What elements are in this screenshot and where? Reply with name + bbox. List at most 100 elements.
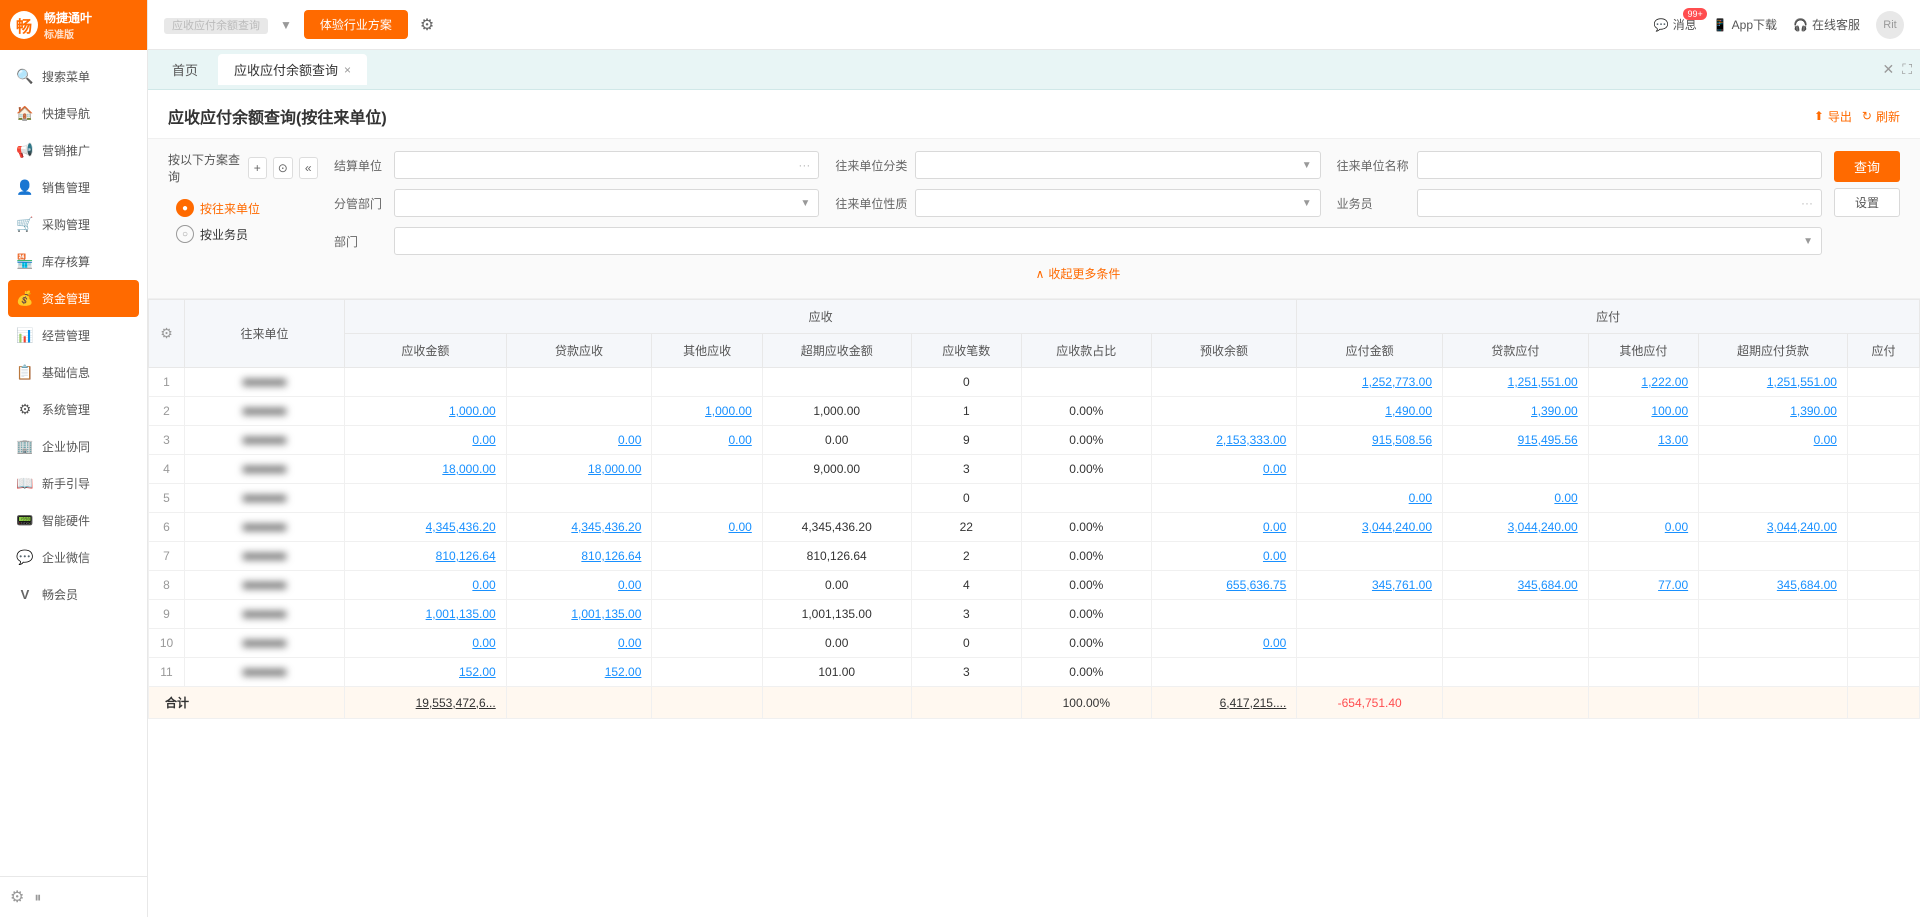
partner-nature-select[interactable]: ▼ bbox=[915, 189, 1320, 217]
ap-overdue-cell[interactable]: 1,251,551.00 bbox=[1699, 368, 1848, 397]
ap-loan-cell[interactable]: 1,390.00 bbox=[1443, 397, 1589, 426]
sidebar-item-corp[interactable]: 🏢 企业协同 bbox=[0, 428, 147, 465]
summary-ar-amt[interactable]: 19,553,472,6... bbox=[345, 687, 507, 719]
sidebar-item-capital[interactable]: 💰 资金管理 bbox=[8, 280, 139, 317]
sidebar-item-quick-nav[interactable]: 🏠 快捷导航 bbox=[0, 95, 147, 132]
tab-expand-icon[interactable]: ⛶ bbox=[1902, 61, 1912, 78]
sidebar-item-marketing[interactable]: 📢 营销推广 bbox=[0, 132, 147, 169]
ar-loan-cell[interactable]: 0.00 bbox=[506, 426, 652, 455]
ar-loan-cell[interactable]: 152.00 bbox=[506, 658, 652, 687]
sidebar-item-smart-hw[interactable]: 📟 智能硬件 bbox=[0, 502, 147, 539]
prepay-cell[interactable]: 0.00 bbox=[1151, 455, 1297, 484]
ap-overdue-cell[interactable]: 3,044,240.00 bbox=[1699, 513, 1848, 542]
tab-close-all-icon[interactable]: ✕ bbox=[1882, 61, 1894, 78]
avatar[interactable]: Rit bbox=[1876, 11, 1904, 39]
sidebar-item-guide[interactable]: 📖 新手引导 bbox=[0, 465, 147, 502]
header-dropdown-icon[interactable]: ▼ bbox=[280, 18, 292, 32]
app-download-button[interactable]: 📱 App下载 bbox=[1713, 16, 1777, 33]
ap-loan-cell[interactable]: 0.00 bbox=[1443, 484, 1589, 513]
ar-loan-cell[interactable]: 4,345,436.20 bbox=[506, 513, 652, 542]
ar-amt-cell[interactable]: 152.00 bbox=[345, 658, 507, 687]
export-button[interactable]: ⬆ 导出 bbox=[1814, 108, 1852, 125]
sidebar-item-search-menu[interactable]: 🔍 搜索菜单 bbox=[0, 58, 147, 95]
ap-amt-cell[interactable]: 1,252,773.00 bbox=[1297, 368, 1443, 397]
collapse-scheme-button[interactable]: « bbox=[299, 157, 319, 179]
ap-overdue-cell[interactable]: 345,684.00 bbox=[1699, 571, 1848, 600]
tab-ar-balance[interactable]: 应收应付余额查询 × bbox=[218, 54, 367, 85]
ap-amt-cell[interactable]: 0.00 bbox=[1297, 484, 1443, 513]
refresh-button[interactable]: ↻ 刷新 bbox=[1862, 108, 1900, 125]
ar-loan-cell[interactable]: 18,000.00 bbox=[506, 455, 652, 484]
ar-amt-cell[interactable]: 4,345,436.20 bbox=[345, 513, 507, 542]
sidebar-item-system[interactable]: ⚙ 系统管理 bbox=[0, 391, 147, 428]
table-settings-icon[interactable]: ⚙ bbox=[160, 325, 173, 341]
ap-overdue-cell[interactable]: 1,390.00 bbox=[1699, 397, 1848, 426]
add-scheme-button[interactable]: + bbox=[248, 157, 268, 179]
filter-tab-by-partner[interactable]: ● 按往来单位 bbox=[168, 195, 318, 221]
prepay-cell[interactable]: 0.00 bbox=[1151, 542, 1297, 571]
sidebar-item-basic-info[interactable]: 📋 基础信息 bbox=[0, 354, 147, 391]
table-row: 7■■■■■■810,126.64810,126.64810,126.6420.… bbox=[149, 542, 1920, 571]
prepay-cell[interactable]: 0.00 bbox=[1151, 513, 1297, 542]
prepay-cell[interactable]: 0.00 bbox=[1151, 629, 1297, 658]
ap-amt-cell[interactable]: 345,761.00 bbox=[1297, 571, 1443, 600]
sidebar-item-inventory[interactable]: 🏪 库存核算 bbox=[0, 243, 147, 280]
ap-other-cell[interactable]: 77.00 bbox=[1588, 571, 1698, 600]
query-button[interactable]: 查询 bbox=[1834, 151, 1900, 182]
ar-amt-cell[interactable]: 1,000.00 bbox=[345, 397, 507, 426]
tab-home[interactable]: 首页 bbox=[156, 54, 214, 85]
dept-select[interactable]: ▼ bbox=[394, 227, 1822, 255]
ar-amt-cell[interactable]: 18,000.00 bbox=[345, 455, 507, 484]
prepay-cell[interactable]: 2,153,333.00 bbox=[1151, 426, 1297, 455]
collapse-more-btn[interactable]: ∧ 收起更多条件 bbox=[334, 261, 1822, 286]
pause-icon[interactable]: ⏸ bbox=[34, 889, 41, 906]
sidebar-item-operation[interactable]: 📊 经营管理 bbox=[0, 317, 147, 354]
ap-other-cell[interactable]: 13.00 bbox=[1588, 426, 1698, 455]
setting-button[interactable]: 设置 bbox=[1834, 188, 1900, 217]
ap-other-cell[interactable]: 0.00 bbox=[1588, 513, 1698, 542]
ap-other-cell bbox=[1588, 658, 1698, 687]
ar-amt-cell[interactable]: 1,001,135.00 bbox=[345, 600, 507, 629]
partner-name-input[interactable] bbox=[1417, 151, 1822, 179]
ap-overdue-cell[interactable]: 0.00 bbox=[1699, 426, 1848, 455]
settlement-unit-input[interactable]: ··· bbox=[394, 151, 819, 179]
prepay-cell[interactable]: 655,636.75 bbox=[1151, 571, 1297, 600]
ap-loan-cell[interactable]: 345,684.00 bbox=[1443, 571, 1589, 600]
ar-other-cell[interactable]: 1,000.00 bbox=[652, 397, 762, 426]
sidebar-item-sales[interactable]: 👤 销售管理 bbox=[0, 169, 147, 206]
ap-amt-cell[interactable]: 1,490.00 bbox=[1297, 397, 1443, 426]
ar-amt-cell[interactable]: 0.00 bbox=[345, 571, 507, 600]
sidebar-item-purchase[interactable]: 🛒 采购管理 bbox=[0, 206, 147, 243]
ap-other-cell[interactable]: 1,222.00 bbox=[1588, 368, 1698, 397]
ap-amt-cell[interactable]: 3,044,240.00 bbox=[1297, 513, 1443, 542]
edit-scheme-button[interactable]: ⊙ bbox=[273, 157, 293, 179]
ar-loan-cell[interactable]: 1,001,135.00 bbox=[506, 600, 652, 629]
ar-amt-cell[interactable]: 0.00 bbox=[345, 629, 507, 658]
ar-loan-cell[interactable]: 810,126.64 bbox=[506, 542, 652, 571]
filter-tab-by-salesman[interactable]: ○ 按业务员 bbox=[168, 221, 318, 247]
ar-loan-cell[interactable]: 0.00 bbox=[506, 571, 652, 600]
service-button[interactable]: 🎧 在线客服 bbox=[1793, 16, 1860, 33]
ar-amt-cell[interactable]: 0.00 bbox=[345, 426, 507, 455]
ap-other-cell[interactable]: 100.00 bbox=[1588, 397, 1698, 426]
message-button[interactable]: 💬 消息 99+ bbox=[1654, 16, 1697, 33]
ap-loan-cell[interactable]: 3,044,240.00 bbox=[1443, 513, 1589, 542]
gear-icon[interactable]: ⚙ bbox=[420, 15, 434, 35]
ar-loan-cell[interactable]: 0.00 bbox=[506, 629, 652, 658]
ar-amt-cell[interactable]: 810,126.64 bbox=[345, 542, 507, 571]
ap-more-cell bbox=[1847, 658, 1919, 687]
ap-loan-cell[interactable]: 1,251,551.00 bbox=[1443, 368, 1589, 397]
dept-mgr-select[interactable]: ▼ bbox=[394, 189, 819, 217]
partner-category-select[interactable]: ▼ bbox=[915, 151, 1320, 179]
settings-icon[interactable]: ⚙ bbox=[10, 887, 24, 907]
promo-button[interactable]: 体验行业方案 bbox=[304, 10, 408, 39]
sidebar-item-member[interactable]: V 畅会员 bbox=[0, 576, 147, 613]
ap-loan-cell[interactable]: 915,495.56 bbox=[1443, 426, 1589, 455]
ar-other-cell[interactable]: 0.00 bbox=[652, 426, 762, 455]
ar-other-cell[interactable]: 0.00 bbox=[652, 513, 762, 542]
salesman-input[interactable]: ··· bbox=[1417, 189, 1822, 217]
ap-amt-cell[interactable]: 915,508.56 bbox=[1297, 426, 1443, 455]
sidebar-item-corp-wx[interactable]: 💬 企业微信 bbox=[0, 539, 147, 576]
tab-close-icon[interactable]: × bbox=[344, 63, 351, 77]
summary-prepay[interactable]: 6,417,215.... bbox=[1151, 687, 1297, 719]
